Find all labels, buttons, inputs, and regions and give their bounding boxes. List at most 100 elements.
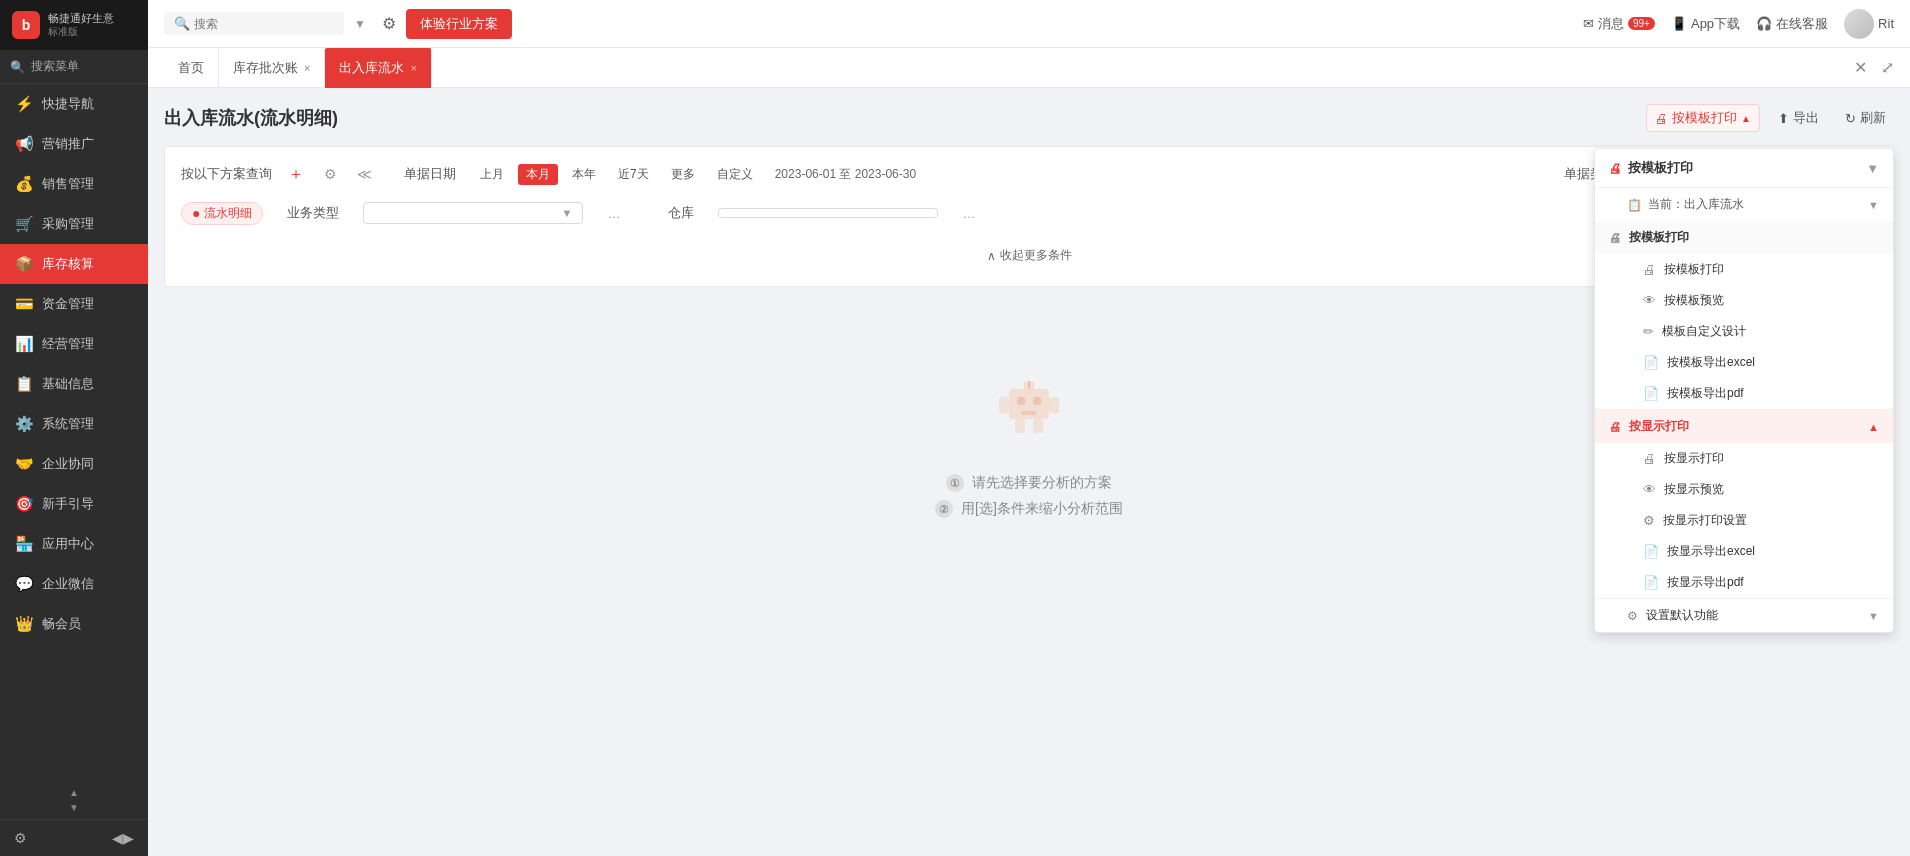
set-default-function-button[interactable]: ⚙ 设置默认功能 ▼ — [1595, 599, 1893, 632]
settings-gear-icon[interactable]: ⚙ — [14, 830, 27, 846]
topbar-dropdown-arrow[interactable]: ▼ — [354, 17, 366, 31]
finance-icon: 💳 — [14, 295, 34, 313]
chip-icon: ● — [192, 205, 200, 221]
sidebar-item-inventory[interactable]: 📦 库存核算 — [0, 244, 148, 284]
tab-home[interactable]: 首页 — [164, 48, 219, 88]
app-download-button[interactable]: 📱 App下载 — [1671, 15, 1740, 33]
sidebar-item-finance[interactable]: 💳 资金管理 — [0, 284, 148, 324]
biz-type-label: 业务类型 — [287, 204, 339, 222]
display-print-settings-item[interactable]: ⚙ 按显示打印设置 — [1595, 505, 1893, 536]
tab-flow-close[interactable]: × — [410, 62, 416, 74]
basics-icon: 📋 — [14, 375, 34, 393]
topbar-gear-icon[interactable]: ⚙ — [382, 14, 396, 33]
biz-type-select[interactable]: ▼ — [363, 202, 583, 224]
scroll-up-arrow[interactable]: ▲ — [67, 785, 81, 800]
template-pdf-icon: 📄 — [1643, 386, 1659, 401]
display-print-label: 按显示打印 — [1664, 450, 1724, 467]
collapse-sidebar-icon[interactable]: ◀▶ — [112, 830, 134, 846]
topbar-right: ✉ 消息 99+ 📱 App下载 🎧 在线客服 Rit — [1583, 9, 1894, 39]
svg-rect-8 — [1015, 419, 1025, 433]
sidebar-item-marketing[interactable]: 📢 营销推广 — [0, 124, 148, 164]
tabbar-close-all-icon[interactable]: ✕ — [1850, 54, 1871, 81]
display-export-pdf-item[interactable]: 📄 按显示导出pdf — [1595, 567, 1893, 598]
export-button[interactable]: ⬆ 导出 — [1770, 105, 1827, 131]
filter-add-button[interactable]: ＋ — [288, 164, 304, 185]
print-template-button[interactable]: 🖨 按模板打印 ▲ — [1646, 104, 1760, 132]
filter-setting-button[interactable]: ⚙ — [324, 166, 337, 182]
scroll-down-arrow[interactable]: ▼ — [67, 800, 81, 815]
refresh-button[interactable]: ↻ 刷新 — [1837, 105, 1894, 131]
sidebar-item-sales[interactable]: 💰 销售管理 — [0, 164, 148, 204]
sidebar-item-operations[interactable]: 📊 经营管理 — [0, 324, 148, 364]
messages-button[interactable]: ✉ 消息 99+ — [1583, 15, 1655, 33]
sidebar-item-appstore[interactable]: 🏪 应用中心 — [0, 524, 148, 564]
warehouse-label: 仓库 — [668, 204, 694, 222]
display-preview-label: 按显示预览 — [1664, 481, 1724, 498]
tab-batch-account-label: 库存批次账 — [233, 59, 298, 77]
sidebar-search[interactable]: 🔍 搜索菜单 — [0, 50, 148, 84]
date-tab-more[interactable]: 更多 — [663, 164, 703, 185]
page-content: 出入库流水(流水明细) 🖨 按模板打印 ▲ ⬆ 导出 ↻ 刷新 — [148, 88, 1910, 856]
display-pdf-label: 按显示导出pdf — [1667, 574, 1744, 591]
tab-flow[interactable]: 出入库流水 × — [325, 48, 431, 88]
export-btn-label: 导出 — [1793, 109, 1819, 127]
tabbar-right: ✕ ⤢ — [1850, 54, 1910, 81]
filter-toggle-button[interactable]: ≪ — [357, 166, 372, 182]
print-icon: 🖨 — [1655, 111, 1668, 126]
biz-type-arrow: ▼ — [562, 207, 573, 219]
svg-rect-3 — [1021, 411, 1037, 415]
tab-batch-account[interactable]: 库存批次账 × — [219, 48, 325, 88]
step-2-text: 用[选]条件来缩小分析范围 — [961, 500, 1123, 518]
warehouse-more-btn[interactable]: … — [962, 206, 975, 221]
dropdown-title-text: 按模板打印 — [1628, 159, 1693, 177]
date-tab-this-month[interactable]: 本月 — [518, 164, 558, 185]
sidebar-item-purchase[interactable]: 🛒 采购管理 — [0, 204, 148, 244]
customer-service-button[interactable]: 🎧 在线客服 — [1756, 15, 1828, 33]
sidebar-item-label: 经营管理 — [42, 335, 94, 353]
tabbar-maximize-icon[interactable]: ⤢ — [1877, 54, 1898, 81]
dropdown-current-selection: 📋 当前：出入库流水 ▼ — [1595, 188, 1893, 221]
member-icon: 👑 — [14, 615, 34, 633]
empty-state-icon — [989, 359, 1069, 458]
filter-chip-flow-detail[interactable]: ● 流水明细 — [181, 202, 263, 225]
template-print-item[interactable]: 🖨 按模板打印 — [1595, 254, 1893, 285]
current-arrow: ▼ — [1868, 199, 1879, 211]
date-tab-this-year[interactable]: 本年 — [564, 164, 604, 185]
display-export-excel-item[interactable]: 📄 按显示导出excel — [1595, 536, 1893, 567]
sidebar-item-guide[interactable]: 🎯 新手引导 — [0, 484, 148, 524]
template-preview-item[interactable]: 👁 按模板预览 — [1595, 285, 1893, 316]
sidebar-item-system[interactable]: ⚙️ 系统管理 — [0, 404, 148, 444]
template-custom-design-item[interactable]: ✏ 模板自定义设计 — [1595, 316, 1893, 347]
sidebar-bottom: ⚙ ◀▶ — [0, 819, 148, 856]
user-avatar-button[interactable]: Rit — [1844, 9, 1894, 39]
date-tab-7-days[interactable]: 近7天 — [610, 164, 657, 185]
template-export-pdf-item[interactable]: 📄 按模板导出pdf — [1595, 378, 1893, 409]
biz-type-more-btn[interactable]: … — [607, 206, 620, 221]
date-tab-last-month[interactable]: 上月 — [472, 164, 512, 185]
date-tab-custom[interactable]: 自定义 — [709, 164, 761, 185]
tab-batch-account-close[interactable]: × — [304, 62, 310, 74]
trial-industry-button[interactable]: 体验行业方案 — [406, 9, 512, 39]
sidebar-item-member[interactable]: 👑 畅会员 — [0, 604, 148, 644]
filter-chip-container: ● 流水明细 — [181, 202, 263, 225]
sidebar-item-basics[interactable]: 📋 基础信息 — [0, 364, 148, 404]
template-section-label: 按模板打印 — [1629, 229, 1689, 246]
guide-icon: 🎯 — [14, 495, 34, 513]
topbar-search-input[interactable] — [194, 17, 314, 31]
sidebar-search-label: 搜索菜单 — [31, 58, 79, 75]
template-export-excel-item[interactable]: 📄 按模板导出excel — [1595, 347, 1893, 378]
sidebar-item-collab[interactable]: 🤝 企业协同 — [0, 444, 148, 484]
dropdown-close-arrow[interactable]: ▼ — [1866, 161, 1879, 176]
quick-nav-icon: ⚡ — [14, 95, 34, 113]
sidebar-item-quick-nav[interactable]: ⚡ 快捷导航 — [0, 84, 148, 124]
warehouse-select[interactable] — [718, 208, 938, 218]
display-section-label: 按显示打印 — [1629, 418, 1689, 435]
display-print-item[interactable]: 🖨 按显示打印 — [1595, 443, 1893, 474]
sidebar-item-wechat[interactable]: 💬 企业微信 — [0, 564, 148, 604]
topbar-search-box[interactable]: 🔍 — [164, 12, 344, 35]
filter-label: 按以下方案查询 — [181, 165, 272, 183]
display-preview-item[interactable]: 👁 按显示预览 — [1595, 474, 1893, 505]
search-icon: 🔍 — [10, 60, 25, 74]
sidebar: b 畅捷通好生意 标准版 🔍 搜索菜单 ⚡ 快捷导航 📢 营销推广 💰 销售管理… — [0, 0, 148, 856]
template-print-header-item: 🖨 按模板打印 — [1595, 221, 1893, 254]
